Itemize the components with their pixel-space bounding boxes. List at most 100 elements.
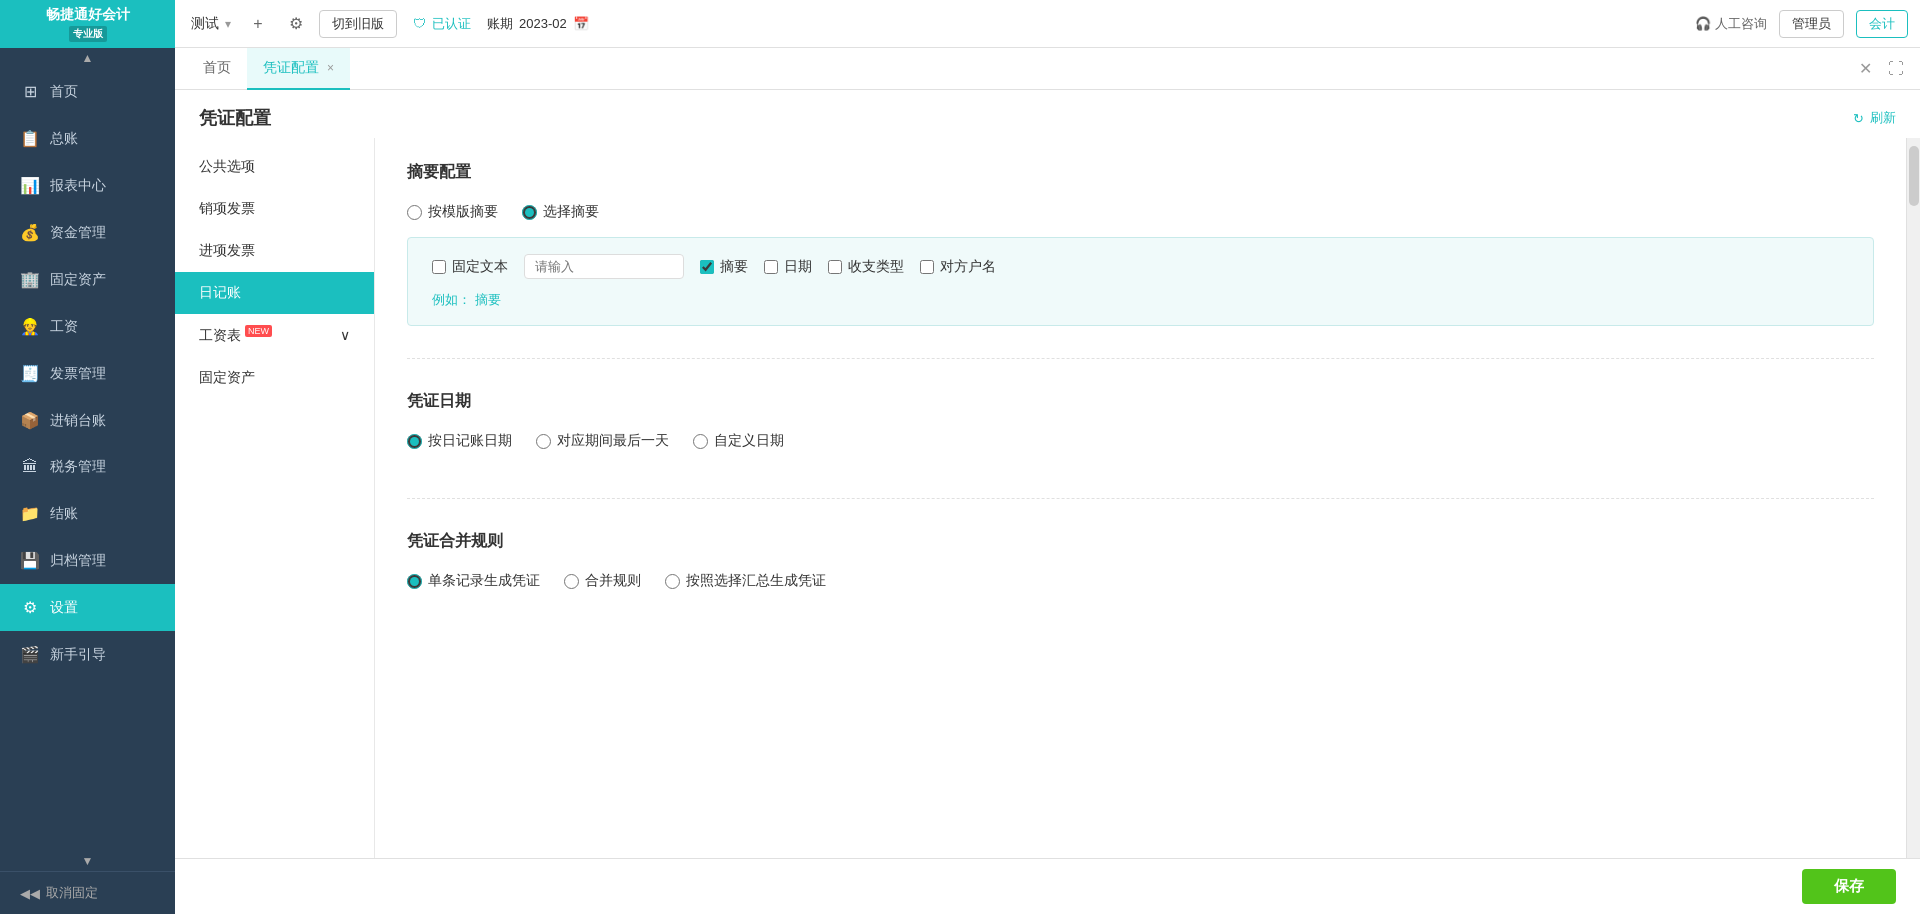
new-badge: NEW — [245, 325, 272, 337]
project-selector[interactable]: 测试 ▾ — [191, 15, 231, 33]
radio-by-select-input[interactable] — [665, 574, 680, 589]
customer-service[interactable]: 🎧 人工咨询 — [1695, 15, 1767, 33]
fixed-text-checkbox[interactable] — [432, 260, 446, 274]
sidebar-item-invoices[interactable]: 🧾 发票管理 — [0, 350, 175, 397]
checkbox-type[interactable]: 收支类型 — [828, 258, 904, 276]
project-name: 测试 — [191, 15, 219, 33]
expand-icon[interactable]: ⛶ — [1884, 56, 1908, 82]
sidebar-item-settings[interactable]: ⚙ 设置 — [0, 584, 175, 631]
assets-icon: 🏢 — [20, 270, 40, 289]
accountant-button[interactable]: 会计 — [1856, 10, 1908, 38]
page-content: 凭证配置 ↻ 刷新 公共选项 销项发票 进项发票 日记账 工资表NEW ∨ — [175, 90, 1920, 914]
nav-item-public[interactable]: 公共选项 — [175, 146, 374, 188]
nav-item-purchase-invoice[interactable]: 进项发票 — [175, 230, 374, 272]
nav-item-sales-invoice[interactable]: 销项发票 — [175, 188, 374, 230]
service-label: 人工咨询 — [1715, 15, 1767, 33]
sidebar-item-salary[interactable]: 👷 工资 — [0, 303, 175, 350]
radio-merge-rule[interactable]: 合并规则 — [564, 572, 641, 590]
sidebar-item-funds[interactable]: 💰 资金管理 — [0, 209, 175, 256]
sidebar-item-sales[interactable]: 📦 进销台账 — [0, 397, 175, 444]
summary-checkbox[interactable] — [700, 260, 714, 274]
admin-button[interactable]: 管理员 — [1779, 10, 1844, 38]
cancel-fixed-label: 取消固定 — [46, 884, 98, 902]
cancel-fixed-button[interactable]: ◀◀ 取消固定 — [0, 871, 175, 914]
radio-last-day-input[interactable] — [536, 434, 551, 449]
sidebar-item-assets[interactable]: 🏢 固定资产 — [0, 256, 175, 303]
summary-checkbox-label: 摘要 — [720, 258, 748, 276]
nav-item-payroll[interactable]: 工资表NEW ∨ — [175, 314, 374, 357]
sidebar-item-reports[interactable]: 📊 报表中心 — [0, 162, 175, 209]
tab-close-icon[interactable]: × — [327, 61, 334, 75]
period-value: 2023-02 — [519, 16, 567, 31]
radio-by-select[interactable]: 按照选择汇总生成凭证 — [665, 572, 826, 590]
sidebar-scroll-up[interactable]: ▲ — [0, 48, 175, 68]
radio-template-summary[interactable]: 按模版摘要 — [407, 203, 498, 221]
date-radio-group: 按日记账日期 对应期间最后一天 自定义日期 — [407, 432, 1874, 450]
nav-item-journal[interactable]: 日记账 — [175, 272, 374, 314]
window-close-icon[interactable]: ✕ — [1855, 55, 1876, 82]
tabbar: 首页 凭证配置 × ✕ ⛶ — [175, 48, 1920, 90]
radio-single[interactable]: 单条记录生成凭证 — [407, 572, 540, 590]
sidebar-label-assets: 固定资产 — [50, 271, 106, 289]
save-button[interactable]: 保存 — [1802, 869, 1896, 904]
settings-nav-icon: ⚙ — [20, 598, 40, 617]
counterpart-checkbox[interactable] — [920, 260, 934, 274]
tab-home[interactable]: 首页 — [187, 48, 247, 90]
certification-status: 🛡 已认证 — [413, 15, 471, 33]
sidebar-item-close[interactable]: 📁 结账 — [0, 490, 175, 537]
funds-icon: 💰 — [20, 223, 40, 242]
checkbox-fixed-text[interactable]: 固定文本 — [432, 258, 508, 276]
add-icon[interactable]: + — [243, 9, 273, 39]
sidebar-item-home[interactable]: ⊞ 首页 — [0, 68, 175, 115]
right-scrollbar[interactable] — [1906, 138, 1920, 858]
nav-item-fixed-assets[interactable]: 固定资产 — [175, 357, 374, 399]
radio-template-input[interactable] — [407, 205, 422, 220]
radio-custom-date[interactable]: 自定义日期 — [693, 432, 784, 450]
radio-select-input[interactable] — [522, 205, 537, 220]
refresh-button[interactable]: ↻ 刷新 — [1853, 109, 1896, 127]
radio-journal-date[interactable]: 按日记账日期 — [407, 432, 512, 450]
calendar-icon[interactable]: 📅 — [573, 16, 589, 31]
radio-single-input[interactable] — [407, 574, 422, 589]
switch-version-button[interactable]: 切到旧版 — [319, 10, 397, 38]
sidebar-item-ledger[interactable]: 📋 总账 — [0, 115, 175, 162]
sidebar-scroll-down[interactable]: ▼ — [0, 851, 175, 871]
checkbox-counterpart[interactable]: 对方户名 — [920, 258, 996, 276]
fixed-text-input[interactable] — [524, 254, 684, 279]
checkbox-date[interactable]: 日期 — [764, 258, 812, 276]
sidebar-label-reports: 报表中心 — [50, 177, 106, 195]
date-checkbox[interactable] — [764, 260, 778, 274]
radio-last-day[interactable]: 对应期间最后一天 — [536, 432, 669, 450]
radio-custom-date-input[interactable] — [693, 434, 708, 449]
refresh-label: 刷新 — [1870, 109, 1896, 127]
radio-select-summary[interactable]: 选择摘要 — [522, 203, 599, 221]
radio-template-label: 按模版摘要 — [428, 203, 498, 221]
fixed-text-label: 固定文本 — [452, 258, 508, 276]
scroll-thumb — [1909, 146, 1919, 206]
merge-radio-group: 单条记录生成凭证 合并规则 按照选择汇总生成凭证 — [407, 572, 1874, 590]
archive-icon: 💾 — [20, 551, 40, 570]
checkbox-summary[interactable]: 摘要 — [700, 258, 748, 276]
page-header: 凭证配置 ↻ 刷新 — [175, 90, 1920, 138]
page-title: 凭证配置 — [199, 106, 271, 130]
payroll-label: 工资表NEW — [199, 326, 272, 345]
radio-merge-rule-input[interactable] — [564, 574, 579, 589]
logo-text-line1: 畅捷通好会计 — [46, 6, 130, 24]
sidebar-item-tax[interactable]: 🏛 税务管理 — [0, 444, 175, 490]
sidebar-item-guide[interactable]: 🎬 新手引导 — [0, 631, 175, 678]
date-section-title: 凭证日期 — [407, 391, 1874, 412]
type-checkbox[interactable] — [828, 260, 842, 274]
radio-journal-date-input[interactable] — [407, 434, 422, 449]
tab-voucher-config[interactable]: 凭证配置 × — [247, 48, 350, 90]
tab-home-label: 首页 — [203, 59, 231, 77]
sidebar-item-archive[interactable]: 💾 归档管理 — [0, 537, 175, 584]
date-label: 日期 — [784, 258, 812, 276]
topbar-right: 🎧 人工咨询 管理员 会计 — [1695, 10, 1908, 38]
close-accounts-icon: 📁 — [20, 504, 40, 523]
sidebar-label-funds: 资金管理 — [50, 224, 106, 242]
summary-options: 固定文本 摘要 日期 — [432, 254, 1849, 279]
chevron-down-icon: ▾ — [225, 17, 231, 31]
sidebar: ▲ ⊞ 首页 📋 总账 📊 报表中心 💰 资金管理 🏢 固定资产 — [0, 48, 175, 914]
sidebar-label-salary: 工资 — [50, 318, 78, 336]
settings-icon[interactable]: ⚙ — [281, 9, 311, 39]
